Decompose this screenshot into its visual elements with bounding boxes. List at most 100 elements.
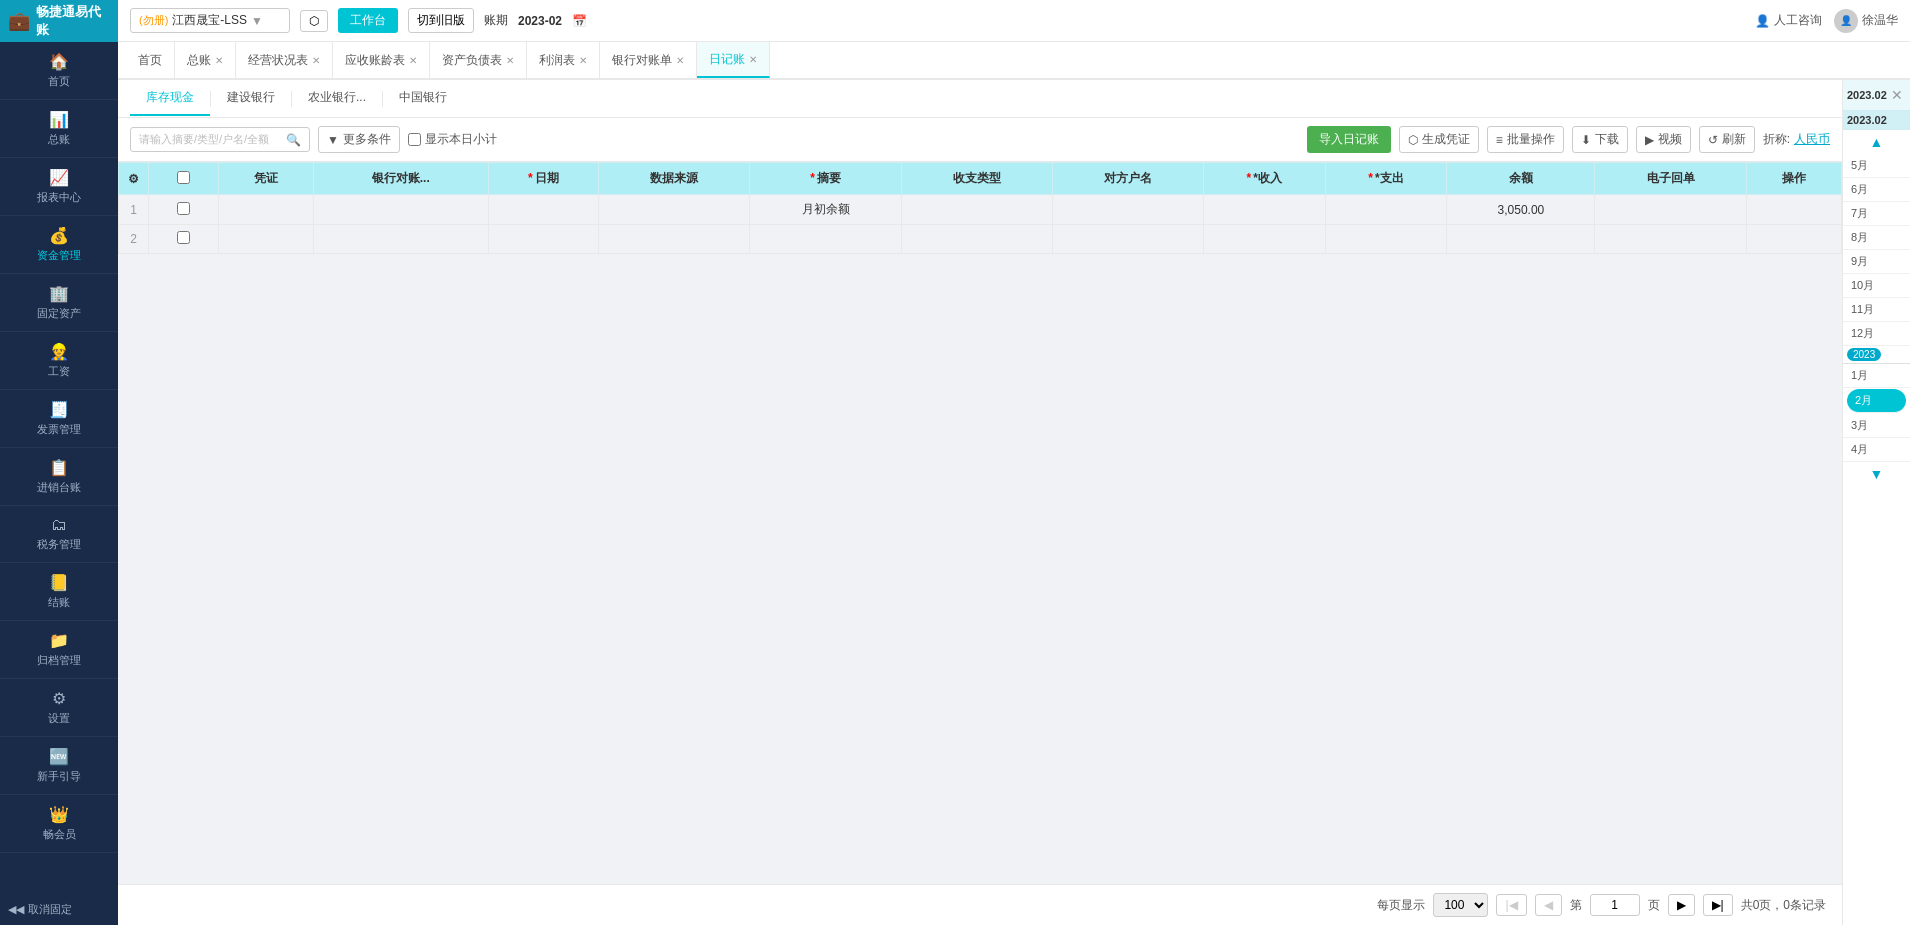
row-operations-2[interactable] — [1746, 225, 1841, 254]
sidebar-item-archive[interactable]: 📁 归档管理 — [0, 621, 118, 679]
video-button[interactable]: ▶ 视频 — [1636, 126, 1691, 153]
period-calendar-icon[interactable]: 📅 — [572, 14, 587, 28]
date-month-jun[interactable]: 6月 — [1843, 178, 1910, 202]
currency-area: 折称: 人民币 — [1763, 131, 1830, 148]
row-operations-1[interactable] — [1746, 195, 1841, 225]
date-month-jul[interactable]: 7月 — [1843, 202, 1910, 226]
col-settings[interactable]: ⚙ — [119, 163, 149, 195]
tab-close-ledger[interactable]: ✕ — [215, 55, 223, 66]
date-month-nov[interactable]: 11月 — [1843, 298, 1910, 322]
tab-close-diary[interactable]: ✕ — [749, 54, 757, 65]
row-income-2 — [1203, 225, 1325, 254]
last-page-button[interactable]: ▶| — [1703, 894, 1733, 916]
sidebar-item-assets[interactable]: 🏢 固定资产 — [0, 274, 118, 332]
back-to-old-button[interactable]: 切到旧版 — [408, 8, 474, 33]
col-income-type: 收支类型 — [901, 163, 1052, 195]
search-box[interactable]: 请输入摘要/类型/户名/全额 🔍 — [130, 127, 310, 152]
sidebar-item-salary[interactable]: 👷 工资 — [0, 332, 118, 390]
date-panel-close-button[interactable]: ✕ — [1887, 83, 1907, 107]
next-page-button[interactable]: ▶ — [1668, 894, 1695, 916]
col-income: *收入 — [1203, 163, 1325, 195]
sidebar-footer-unpin[interactable]: ◀◀ 取消固定 — [0, 894, 118, 925]
date-month-oct[interactable]: 10月 — [1843, 274, 1910, 298]
period-value: 2023-02 — [518, 14, 562, 28]
sub-tab-china[interactable]: 中国银行 — [383, 81, 463, 116]
download-button[interactable]: ⬇ 下载 — [1572, 126, 1628, 153]
sidebar-nav: 🏠 首页 📊 总账 📈 报表中心 💰 资金管理 🏢 固定资产 👷 工资 — [0, 42, 118, 894]
sub-tab-cash[interactable]: 库存现金 — [130, 81, 210, 116]
sidebar-item-tax[interactable]: 🗂 税务管理 — [0, 506, 118, 563]
more-filter-button[interactable]: ▼ 更多条件 — [318, 126, 400, 153]
col-checkbox[interactable] — [149, 163, 219, 195]
tab-close-receivable[interactable]: ✕ — [409, 55, 417, 66]
tab-close-assets[interactable]: ✕ — [506, 55, 514, 66]
row-electronic-1 — [1595, 195, 1746, 225]
tab-receivable[interactable]: 应收账龄表 ✕ — [333, 42, 430, 78]
sidebar-item-home[interactable]: 🏠 首页 — [0, 42, 118, 100]
row-balance-2 — [1447, 225, 1595, 254]
sidebar-item-member[interactable]: 👑 畅会员 — [0, 795, 118, 853]
sidebar-item-ledger[interactable]: 📊 总账 — [0, 100, 118, 158]
date-month-aug[interactable]: 8月 — [1843, 226, 1910, 250]
finance-icon: 💰 — [49, 226, 69, 245]
tab-assets[interactable]: 资产负债表 ✕ — [430, 42, 527, 78]
date-month-jan-2023[interactable]: 1月 — [1843, 364, 1910, 388]
avatar-icon: 👤 — [1840, 15, 1852, 26]
sidebar-item-guide[interactable]: 🆕 新手引导 — [0, 737, 118, 795]
diary-table: ⚙ 凭证 银行对账... 日期 数据来源 摘要 收支类型 对方户名 *收入 * — [118, 162, 1842, 254]
row-source-2 — [599, 225, 750, 254]
date-month-sep[interactable]: 9月 — [1843, 250, 1910, 274]
tab-close-profit[interactable]: ✕ — [579, 55, 587, 66]
sidebar-item-close[interactable]: 📒 结账 — [0, 563, 118, 621]
search-icon[interactable]: 🔍 — [286, 133, 301, 147]
select-all-checkbox[interactable] — [177, 171, 190, 184]
sidebar-item-settings[interactable]: ⚙ 设置 — [0, 679, 118, 737]
copy-button[interactable]: ⬡ — [300, 10, 328, 32]
customer-service-button[interactable]: 👤 人工咨询 — [1755, 12, 1822, 29]
sub-tab-agriculture[interactable]: 农业银行... — [292, 81, 382, 116]
date-month-apr-2023[interactable]: 4月 — [1843, 438, 1910, 462]
tab-diary[interactable]: 日记账 ✕ — [697, 42, 770, 78]
first-page-button[interactable]: |◀ — [1496, 894, 1526, 916]
date-month-mar-2023[interactable]: 3月 — [1843, 414, 1910, 438]
tab-profit[interactable]: 利润表 ✕ — [527, 42, 600, 78]
date-panel-down-arrow[interactable]: ▼ — [1843, 462, 1910, 486]
date-month-may[interactable]: 5月 — [1843, 154, 1910, 178]
voucher-icon: ⬡ — [1408, 133, 1418, 147]
row-date-1 — [488, 195, 599, 225]
tab-home[interactable]: 首页 — [126, 42, 175, 78]
date-month-feb-2023[interactable]: 2月 — [1847, 389, 1906, 413]
currency-value[interactable]: 人民币 — [1794, 131, 1830, 148]
year-2023-row: 2023 — [1843, 346, 1910, 364]
row-checkbox-2[interactable] — [149, 225, 219, 254]
tab-business[interactable]: 经营状况表 ✕ — [236, 42, 333, 78]
company-selector[interactable]: (勿册) 江西晟宝-LSS ▼ — [130, 8, 290, 33]
sub-tab-construction[interactable]: 建设银行 — [211, 81, 291, 116]
prev-page-button[interactable]: ◀ — [1535, 894, 1562, 916]
sidebar-item-report[interactable]: 📈 报表中心 — [0, 158, 118, 216]
page-input[interactable] — [1590, 894, 1640, 916]
report-icon: 📈 — [49, 168, 69, 187]
tab-ledger[interactable]: 总账 ✕ — [175, 42, 236, 78]
tab-close-business[interactable]: ✕ — [312, 55, 320, 66]
page-unit: 页 — [1648, 897, 1660, 914]
generate-voucher-button[interactable]: ⬡ 生成凭证 — [1399, 126, 1479, 153]
row-checkbox-1[interactable] — [149, 195, 219, 225]
date-panel-up-arrow[interactable]: ▲ — [1843, 130, 1910, 154]
date-month-dec[interactable]: 12月 — [1843, 322, 1910, 346]
show-daily-checkbox-label[interactable]: 显示本日小计 — [408, 131, 497, 148]
tab-bank[interactable]: 银行对账单 ✕ — [600, 42, 697, 78]
batch-operation-button[interactable]: ≡ 批量操作 — [1487, 126, 1564, 153]
toolbar: 请输入摘要/类型/户名/全额 🔍 ▼ 更多条件 显示本日小计 导入日记账 — [118, 118, 1842, 162]
workbench-button[interactable]: 工作台 — [338, 8, 398, 33]
sidebar-item-finance[interactable]: 💰 资金管理 — [0, 216, 118, 274]
import-diary-button[interactable]: 导入日记账 — [1307, 126, 1391, 153]
page-size-select[interactable]: 100 — [1433, 893, 1488, 917]
tab-close-bank[interactable]: ✕ — [676, 55, 684, 66]
show-daily-checkbox[interactable] — [408, 133, 421, 146]
user-menu-button[interactable]: 👤 徐温华 — [1834, 9, 1898, 33]
refresh-button[interactable]: ↺ 刷新 — [1699, 126, 1755, 153]
close-ledger-icon: 📒 — [49, 573, 69, 592]
sidebar-item-invoice[interactable]: 🧾 发票管理 — [0, 390, 118, 448]
sidebar-item-purchase[interactable]: 📋 进销台账 — [0, 448, 118, 506]
